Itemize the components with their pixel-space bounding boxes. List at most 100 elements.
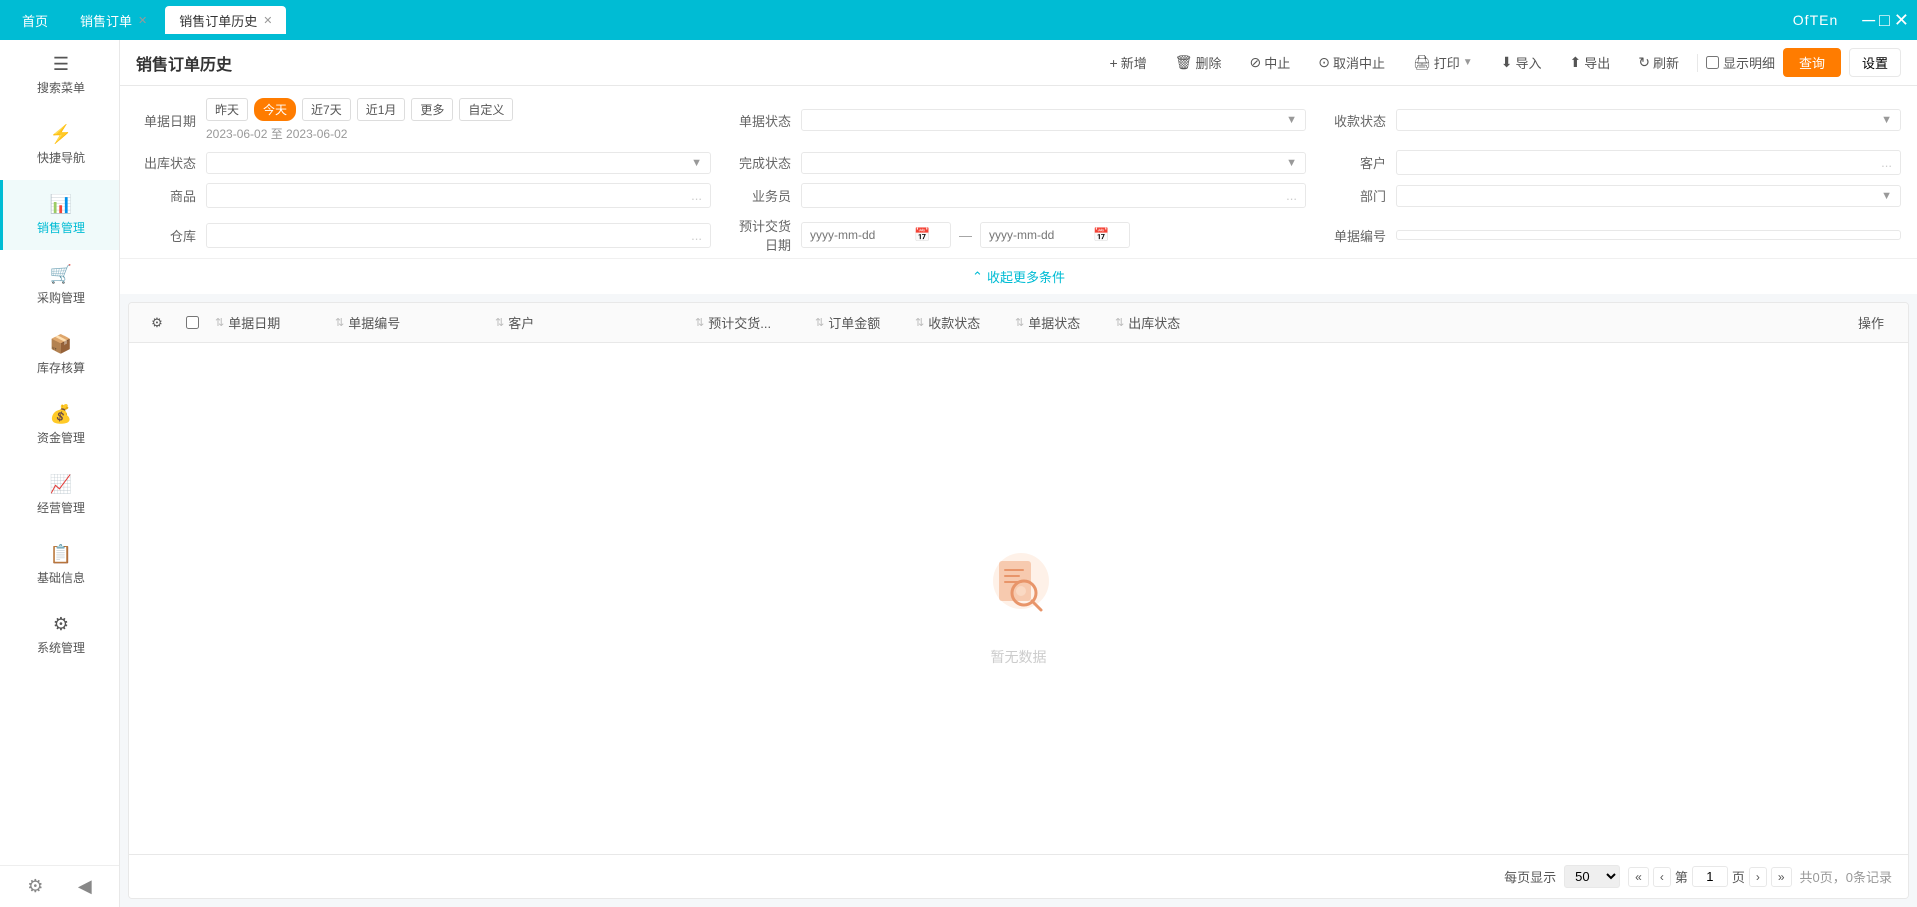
warehouse-input[interactable]: ... [206, 223, 711, 248]
col-delivery[interactable]: ⇅ 预计交货... [687, 313, 807, 332]
col-delivery-status[interactable]: ⇅ 出库状态 [1107, 313, 1227, 332]
tab-home[interactable]: 首页 [8, 6, 62, 34]
stop-button[interactable]: ⊘ 中止 [1240, 49, 1301, 76]
add-button[interactable]: + 新增 [1100, 49, 1157, 76]
finance-icon: 💰 [50, 404, 72, 425]
table-container: ⚙ ⇅ 单据日期 ⇅ 单据编号 ⇅ 客户 ⇅ [128, 302, 1909, 899]
page-last-btn[interactable]: » [1771, 867, 1792, 887]
window-maximize-btn[interactable]: □ [1879, 10, 1890, 31]
toolbar-divider [1697, 54, 1698, 72]
sales-mgmt-icon: 📊 [50, 194, 72, 215]
sidebar-item-search-menu[interactable]: ☰ 搜索菜单 [0, 40, 119, 110]
pagination: « ‹ 第 页 › » [1628, 866, 1791, 887]
show-detail-checkbox-label[interactable]: 显示明细 [1706, 53, 1775, 72]
page-first-btn[interactable]: « [1628, 867, 1649, 887]
sidebar-item-operations[interactable]: 📈 经营管理 [0, 460, 119, 530]
window-close-btn[interactable]: ✕ [1894, 10, 1909, 31]
date-btn-custom[interactable]: 自定义 [459, 98, 513, 121]
tab-sales-order-history[interactable]: 销售订单历史 ✕ [165, 6, 286, 34]
sidebar-settings-btn[interactable]: ⚙ [27, 876, 43, 897]
col-date[interactable]: ⇅ 单据日期 [207, 313, 327, 332]
sidebar-bottom: ⚙ ◀ [0, 865, 119, 907]
salesman-input[interactable]: ... [801, 183, 1306, 208]
date-btn-today[interactable]: 今天 [254, 98, 296, 121]
col-order-status[interactable]: ⇅ 单据状态 [1007, 313, 1107, 332]
sidebar-item-inventory[interactable]: 📦 库存核算 [0, 320, 119, 390]
query-button[interactable]: 查询 [1783, 48, 1841, 77]
delivery-date-label: 预计交货日期 [731, 216, 801, 254]
print-button[interactable]: 🖨 打印 ▼ [1403, 49, 1483, 76]
filter-order-status-item: 单据状态 ▼ [731, 98, 1306, 142]
complete-status-label: 完成状态 [731, 153, 801, 172]
refresh-button[interactable]: ↻ 刷新 [1628, 49, 1689, 76]
delivery-date-to[interactable]: 📅 [980, 222, 1130, 248]
date-btn-last1m[interactable]: 近1月 [357, 98, 406, 121]
col-checkbox[interactable] [177, 316, 207, 329]
cancel-stop-button[interactable]: ⊙ 取消中止 [1308, 49, 1395, 76]
sort-icon-no: ⇅ [335, 316, 344, 329]
complete-status-select[interactable]: ▼ [801, 152, 1306, 174]
date-range-display: 2023-06-02 至 2023-06-02 [206, 125, 711, 142]
sidebar-collapse-btn[interactable]: ◀ [78, 876, 92, 897]
outbound-status-label: 出库状态 [136, 153, 206, 172]
col-settings[interactable]: ⚙ [137, 315, 177, 331]
filter-dept-item: 部门 ▼ [1326, 183, 1901, 208]
page-label: 第 [1675, 867, 1688, 886]
col-customer[interactable]: ⇅ 客户 [487, 313, 687, 332]
close-tab-sales-order-history[interactable]: ✕ [263, 14, 272, 27]
sidebar-item-sales-mgmt[interactable]: 📊 销售管理 [0, 180, 119, 250]
filter-warehouse-item: 仓库 ... [136, 216, 711, 254]
per-page-select[interactable]: 50 100 200 [1564, 865, 1620, 888]
order-status-label: 单据状态 [731, 111, 801, 130]
sidebar-item-basic-info[interactable]: 📋 基础信息 [0, 530, 119, 600]
cancel-stop-icon: ⊙ [1318, 54, 1330, 71]
receipt-status-select[interactable]: ▼ [1396, 109, 1901, 131]
customer-input[interactable]: ... [1396, 150, 1901, 175]
table-settings-icon[interactable]: ⚙ [151, 315, 163, 331]
date-btn-more[interactable]: 更多 [411, 98, 453, 121]
outbound-status-select[interactable]: ▼ [206, 152, 711, 174]
date-btn-last7[interactable]: 近7天 [302, 98, 351, 121]
sidebar-item-system-mgmt[interactable]: ⚙ 系统管理 [0, 600, 119, 670]
tab-sales-order[interactable]: 销售订单 ✕ [66, 6, 161, 34]
select-all-checkbox[interactable] [186, 316, 199, 329]
date-filter-controls: 昨天 今天 近7天 近1月 更多 自定义 2023-06-02 至 2023-0… [206, 98, 711, 142]
date-btn-yesterday[interactable]: 昨天 [206, 98, 248, 121]
collapse-filter-btn[interactable]: ⌃ 收起更多条件 [968, 263, 1069, 290]
order-status-select[interactable]: ▼ [801, 109, 1306, 131]
product-input[interactable]: ... [206, 183, 711, 208]
delete-icon: 🗑 [1175, 54, 1193, 71]
col-action: 操作 [1227, 313, 1900, 332]
outbound-status-arrow: ▼ [691, 157, 702, 169]
page-input[interactable] [1692, 866, 1728, 887]
page-next-btn[interactable]: › [1749, 867, 1767, 887]
dept-select[interactable]: ▼ [1396, 185, 1901, 207]
page-prev-btn[interactable]: ‹ [1653, 867, 1671, 887]
date-btn-group: 昨天 今天 近7天 近1月 更多 自定义 [206, 98, 711, 121]
calendar-to-icon: 📅 [1093, 227, 1109, 243]
sidebar-item-quick-nav[interactable]: ⚡ 快捷导航 [0, 110, 119, 180]
calendar-from-icon: 📅 [914, 227, 930, 243]
delete-button[interactable]: 🗑 删除 [1165, 49, 1232, 76]
empty-state: 暂无数据 [129, 343, 1908, 854]
export-button[interactable]: ⬆ 导出 [1559, 49, 1620, 76]
content-area: 销售订单历史 + 新增 🗑 删除 ⊘ 中止 ⊙ 取消中止 [120, 40, 1917, 907]
sort-icon-amount: ⇅ [815, 316, 824, 329]
window-minimize-btn[interactable]: ─ [1862, 10, 1875, 31]
show-detail-checkbox[interactable] [1706, 56, 1719, 69]
import-button[interactable]: ⬇ 导入 [1491, 49, 1552, 76]
col-amount[interactable]: ⇅ 订单金额 [807, 313, 907, 332]
delivery-date-range: 📅 — 📅 [801, 222, 1306, 248]
delivery-date-from[interactable]: 📅 [801, 222, 951, 248]
sidebar-item-purchase-mgmt[interactable]: 🛒 采购管理 [0, 250, 119, 320]
filter-delivery-date-item: 预计交货日期 📅 — 📅 [731, 216, 1306, 254]
col-no[interactable]: ⇅ 单据编号 [327, 313, 487, 332]
import-icon: ⬇ [1501, 54, 1513, 71]
close-tab-sales-order[interactable]: ✕ [138, 14, 147, 27]
sidebar-item-finance[interactable]: 💰 资金管理 [0, 390, 119, 460]
page-unit: 页 [1732, 867, 1745, 886]
col-pay-status[interactable]: ⇅ 收款状态 [907, 313, 1007, 332]
order-no-input[interactable] [1396, 230, 1901, 240]
settings-button[interactable]: 设置 [1849, 48, 1901, 77]
filter-receipt-status-item: 收款状态 ▼ [1326, 98, 1901, 142]
